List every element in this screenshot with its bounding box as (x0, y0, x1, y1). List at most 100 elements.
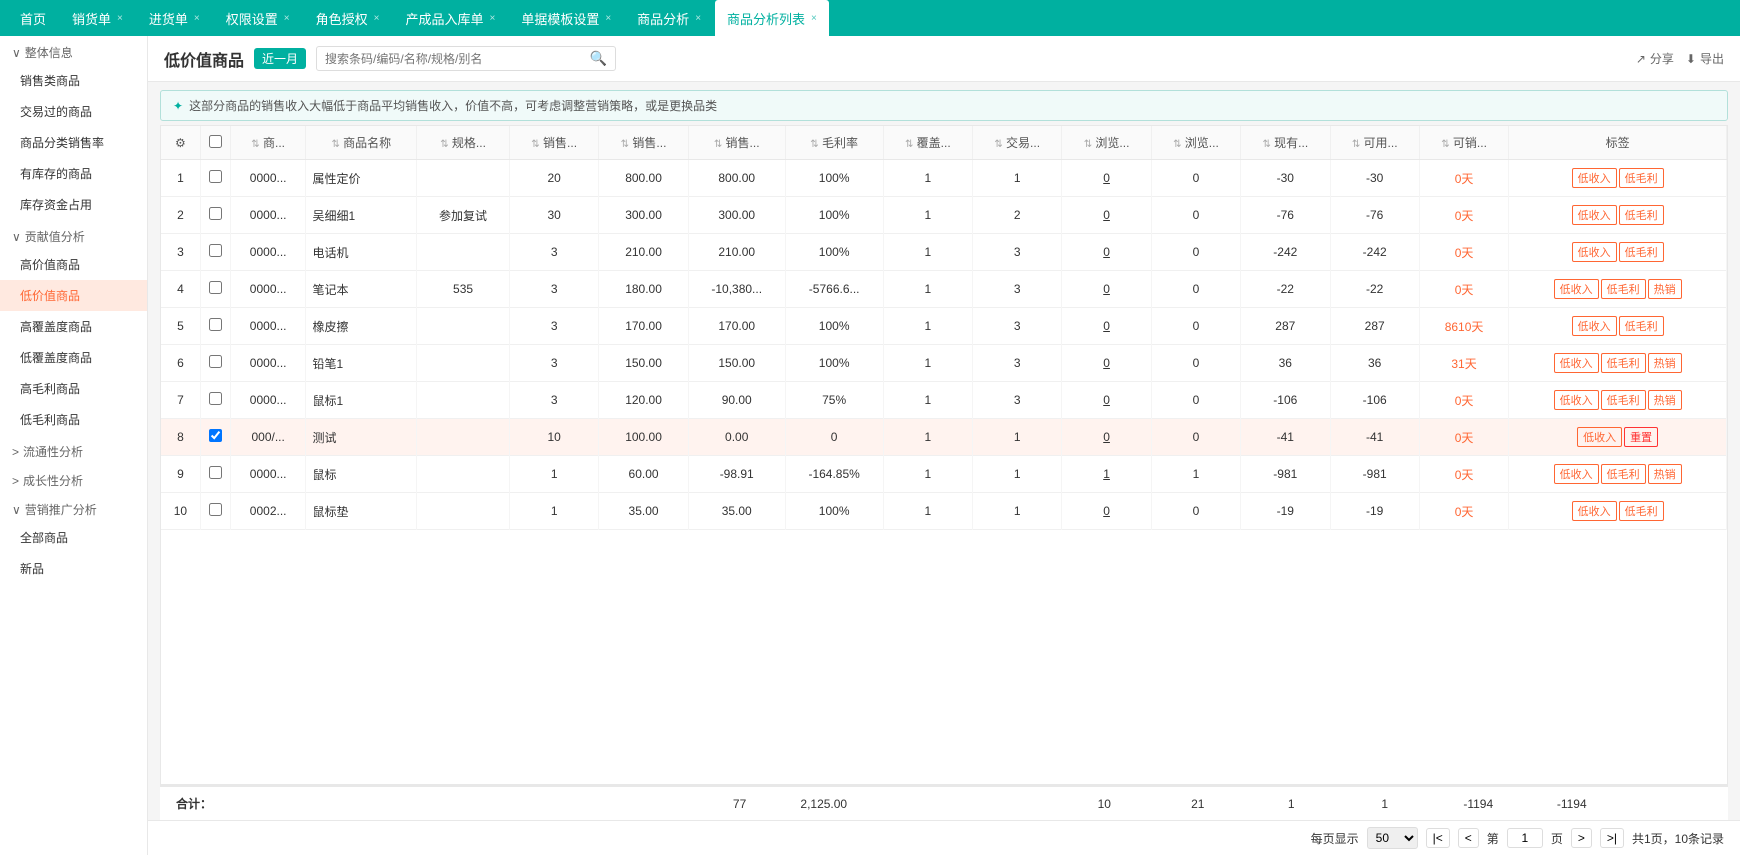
search-input[interactable] (325, 52, 590, 66)
th-margin[interactable]: ⇅ 毛利率 (785, 126, 883, 160)
th-code[interactable]: ⇅ 商... (230, 126, 306, 160)
th-name[interactable]: ⇅ 商品名称 (306, 126, 417, 160)
product-name[interactable]: 吴细细1 (306, 197, 417, 234)
nav-permissions[interactable]: 权限设置 × (214, 0, 302, 36)
select-all-checkbox[interactable] (209, 135, 222, 148)
sidebar-group-marketing[interactable]: ∨ 营销推广分析 (0, 493, 147, 522)
browse1[interactable]: 0 (1062, 345, 1151, 382)
browse1[interactable]: 0 (1062, 308, 1151, 345)
row-checkbox[interactable] (209, 355, 222, 368)
browse1[interactable]: 1 (1062, 456, 1151, 493)
product-name[interactable]: 笔记本 (306, 271, 417, 308)
sidebar-item-sales-products[interactable]: 销售类商品 (0, 65, 147, 96)
sidebar-group-liquidity[interactable]: > 流通性分析 (0, 435, 147, 464)
nav-sales-order[interactable]: 销货单 × (60, 0, 135, 36)
share-button[interactable]: ↗ 分享 (1636, 50, 1674, 67)
th-spec[interactable]: ⇅ 规格... (417, 126, 510, 160)
row-checkbox-cell[interactable] (200, 271, 230, 308)
nav-product-analysis[interactable]: 商品分析 × (625, 0, 713, 36)
nav-home[interactable]: 首页 (8, 0, 58, 36)
first-page-button[interactable]: |< (1426, 828, 1450, 848)
sidebar-group-overall[interactable]: ∨ 整体信息 (0, 36, 147, 65)
period-tag[interactable]: 近一月 (254, 48, 306, 69)
export-button[interactable]: ⬇ 导出 (1686, 50, 1724, 67)
close-icon[interactable]: × (695, 13, 701, 24)
th-available-stock[interactable]: ⇅ 可用... (1330, 126, 1419, 160)
product-name[interactable]: 鼠标1 (306, 382, 417, 419)
nav-roles[interactable]: 角色授权 × (304, 0, 392, 36)
nav-product-warehouse[interactable]: 产成品入库单 × (393, 0, 507, 36)
row-checkbox[interactable] (209, 207, 222, 220)
row-checkbox[interactable] (209, 318, 222, 331)
close-icon[interactable]: × (489, 13, 495, 24)
sidebar-item-low-coverage[interactable]: 低覆盖度商品 (0, 342, 147, 373)
sidebar-item-stock-products[interactable]: 有库存的商品 (0, 158, 147, 189)
row-checkbox-cell[interactable] (200, 419, 230, 456)
product-name[interactable]: 属性定价 (306, 160, 417, 197)
th-col6[interactable]: ⇅ 销售... (599, 126, 688, 160)
browse1[interactable]: 0 (1062, 382, 1151, 419)
close-icon[interactable]: × (117, 13, 123, 24)
sidebar-group-growth[interactable]: > 成长性分析 (0, 464, 147, 493)
th-col5[interactable]: ⇅ 销售... (509, 126, 598, 160)
th-coverage[interactable]: ⇅ 覆盖... (883, 126, 972, 160)
row-checkbox[interactable] (209, 170, 222, 183)
sidebar-item-category-sales-rate[interactable]: 商品分类销售率 (0, 127, 147, 158)
row-checkbox-cell[interactable] (200, 160, 230, 197)
prev-page-button[interactable]: < (1458, 828, 1479, 848)
search-icon[interactable]: 🔍 (590, 50, 607, 67)
row-checkbox[interactable] (209, 281, 222, 294)
product-name[interactable]: 电话机 (306, 234, 417, 271)
th-transactions[interactable]: ⇅ 交易... (973, 126, 1062, 160)
th-current-stock[interactable]: ⇅ 现有... (1241, 126, 1330, 160)
sidebar-item-all-products[interactable]: 全部商品 (0, 522, 147, 553)
last-page-button[interactable]: >| (1600, 828, 1624, 848)
close-icon[interactable]: × (811, 13, 817, 24)
page-number-input[interactable] (1507, 828, 1543, 848)
nav-product-analysis-list[interactable]: 商品分析列表 × (715, 0, 829, 36)
browse1[interactable]: 0 (1062, 197, 1151, 234)
product-name[interactable]: 铅笔1 (306, 345, 417, 382)
close-icon[interactable]: × (284, 13, 290, 24)
sidebar-item-low-value[interactable]: 低价值商品 (0, 280, 147, 311)
row-checkbox[interactable] (209, 244, 222, 257)
browse1[interactable]: 0 (1062, 160, 1151, 197)
close-icon[interactable]: × (194, 13, 200, 24)
row-checkbox-cell[interactable] (200, 456, 230, 493)
row-checkbox-cell[interactable] (200, 493, 230, 530)
nav-purchase-order[interactable]: 进货单 × (137, 0, 212, 36)
browse1[interactable]: 0 (1062, 271, 1151, 308)
product-name[interactable]: 橡皮擦 (306, 308, 417, 345)
row-checkbox-cell[interactable] (200, 234, 230, 271)
sidebar-item-high-margin[interactable]: 高毛利商品 (0, 373, 147, 404)
nav-template-settings[interactable]: 单据模板设置 × (509, 0, 623, 36)
sidebar-group-contribution[interactable]: ∨ 贡献值分析 (0, 220, 147, 249)
search-box[interactable]: 🔍 (316, 46, 616, 71)
sidebar-item-high-coverage[interactable]: 高覆盖度商品 (0, 311, 147, 342)
browse1[interactable]: 0 (1062, 419, 1151, 456)
close-icon[interactable]: × (605, 13, 611, 24)
product-name[interactable]: 鼠标垫 (306, 493, 417, 530)
product-name[interactable]: 鼠标 (306, 456, 417, 493)
row-checkbox[interactable] (209, 466, 222, 479)
row-checkbox-cell[interactable] (200, 345, 230, 382)
sidebar-item-traded-products[interactable]: 交易过的商品 (0, 96, 147, 127)
row-checkbox[interactable] (209, 429, 222, 442)
per-page-select[interactable]: 50 100 200 (1367, 827, 1418, 849)
close-icon[interactable]: × (374, 13, 380, 24)
row-checkbox-cell[interactable] (200, 308, 230, 345)
row-checkbox-cell[interactable] (200, 382, 230, 419)
th-browse2[interactable]: ⇅ 浏览... (1151, 126, 1240, 160)
sidebar-item-low-margin[interactable]: 低毛利商品 (0, 404, 147, 435)
row-checkbox[interactable] (209, 503, 222, 516)
th-browse1[interactable]: ⇅ 浏览... (1062, 126, 1151, 160)
th-sellable[interactable]: ⇅ 可销... (1419, 126, 1508, 160)
sidebar-item-inventory-capital[interactable]: 库存资金占用 (0, 189, 147, 220)
product-name[interactable]: 测试 (306, 419, 417, 456)
sidebar-item-high-value[interactable]: 高价值商品 (0, 249, 147, 280)
browse1[interactable]: 0 (1062, 234, 1151, 271)
row-checkbox[interactable] (209, 392, 222, 405)
browse1[interactable]: 0 (1062, 493, 1151, 530)
th-settings[interactable]: ⚙ (161, 126, 200, 160)
row-checkbox-cell[interactable] (200, 197, 230, 234)
